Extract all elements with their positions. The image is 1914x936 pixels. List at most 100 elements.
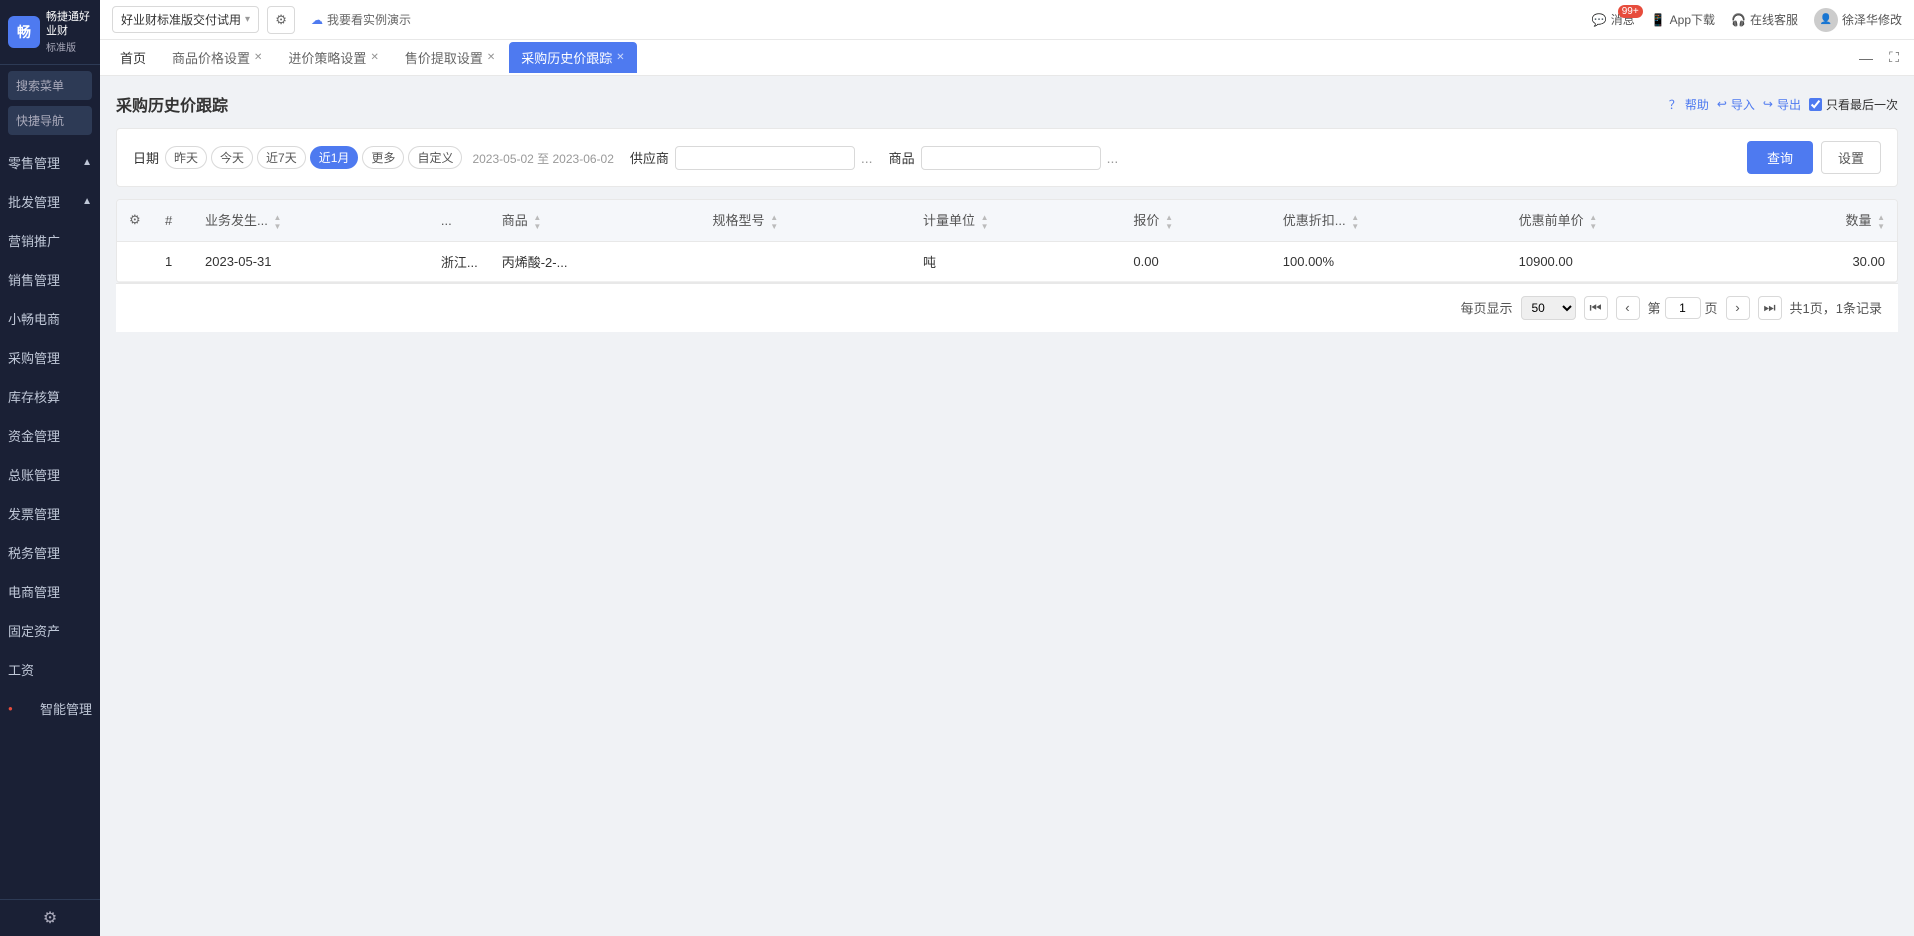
- sidebar-item-sales[interactable]: 销售管理: [0, 260, 100, 299]
- app-download-button[interactable]: 📱 App下载: [1651, 11, 1715, 28]
- first-page-button[interactable]: ⏮: [1584, 296, 1608, 320]
- th-gear[interactable]: ⚙: [117, 200, 153, 241]
- last1month-button[interactable]: 近1月: [310, 146, 359, 169]
- date-label: 日期: [133, 148, 159, 167]
- close-icon[interactable]: ✕: [370, 52, 378, 63]
- sidebar-item-salary[interactable]: 工资: [0, 650, 100, 689]
- sidebar: 畅 畅捷通好业财 标准版 搜索菜单 快捷导航 零售管理 ▲ 批发管理 ▲ 营销推…: [0, 0, 100, 936]
- sidebar-item-zero-retail[interactable]: 零售管理 ▲: [0, 143, 100, 182]
- page-number-input[interactable]: [1665, 297, 1701, 319]
- sidebar-item-tax[interactable]: 税务管理: [0, 533, 100, 572]
- next-page-button[interactable]: ›: [1726, 296, 1750, 320]
- sidebar-item-invoice[interactable]: 发票管理: [0, 494, 100, 533]
- data-table: ⚙ # 业务发生... ▲▼ ... 商品 ▲▼: [116, 199, 1898, 283]
- sidebar-item-fixed-assets[interactable]: 固定资产: [0, 611, 100, 650]
- settings-button[interactable]: ⚙: [267, 6, 295, 34]
- sort-icon: ▲▼: [1877, 213, 1885, 231]
- td-spec: [701, 241, 911, 281]
- sort-icon: ▲▼: [273, 213, 281, 231]
- sidebar-item-marketing[interactable]: 营销推广: [0, 221, 100, 260]
- message-icon: 💬: [1592, 13, 1607, 27]
- th-more[interactable]: ...: [429, 200, 490, 241]
- demo-button[interactable]: ☁ 我要看实例演示: [311, 11, 411, 28]
- product-label: 商品: [889, 148, 915, 167]
- tab-purchase-history[interactable]: 采购历史价跟踪 ✕: [509, 42, 636, 73]
- export-icon: ↪: [1763, 97, 1773, 111]
- td-num: 1: [153, 241, 193, 281]
- sidebar-item-ecommerce[interactable]: 电商管理: [0, 572, 100, 611]
- page-label: 第: [1648, 298, 1661, 317]
- chevron-down-icon: ▾: [245, 14, 250, 25]
- chevron-icon: ▲: [82, 196, 92, 207]
- sidebar-item-ecommerce-small[interactable]: 小畅电商: [0, 299, 100, 338]
- today-button[interactable]: 今天: [211, 146, 253, 169]
- import-button[interactable]: ↩ 导入: [1717, 96, 1755, 113]
- only-last-input[interactable]: [1809, 98, 1822, 111]
- th-unit-price[interactable]: 优惠前单价 ▲▼: [1507, 200, 1748, 241]
- results-table: ⚙ # 业务发生... ▲▼ ... 商品 ▲▼: [117, 200, 1897, 282]
- query-button[interactable]: 查询: [1747, 141, 1813, 174]
- filter-settings-button[interactable]: 设置: [1821, 141, 1881, 174]
- help-button[interactable]: ？ 帮助: [1669, 96, 1709, 113]
- date-filter: 日期 昨天 今天 近7天 近1月 更多 自定义 2023-05-02 至 202…: [133, 146, 614, 169]
- td-price: 0.00: [1121, 241, 1270, 281]
- last-page-button[interactable]: ⏭: [1758, 296, 1782, 320]
- th-unit[interactable]: 计量单位 ▲▼: [911, 200, 1121, 241]
- pagination-total: 共1页，1条记录: [1790, 298, 1882, 317]
- prev-page-button[interactable]: ‹: [1616, 296, 1640, 320]
- online-service-button[interactable]: 🎧 在线客服: [1731, 11, 1798, 28]
- sidebar-item-inventory[interactable]: 库存核算: [0, 377, 100, 416]
- more-button[interactable]: 更多: [362, 146, 404, 169]
- product-dots-button[interactable]: ...: [1107, 150, 1119, 166]
- sidebar-item-smart[interactable]: 智能管理: [0, 689, 100, 728]
- supplier-input[interactable]: [675, 146, 855, 170]
- table-row: 1 2023-05-31 浙江... 丙烯酸-2-... 吨 0.00 100.…: [117, 241, 1897, 281]
- close-icon[interactable]: ✕: [487, 52, 495, 63]
- page-actions: ？ 帮助 ↩ 导入 ↪ 导出 只看最后一次: [1669, 96, 1898, 113]
- sidebar-item-wholesale[interactable]: 批发管理 ▲: [0, 182, 100, 221]
- help-icon: ？: [1669, 96, 1681, 113]
- app-icon: 📱: [1651, 13, 1666, 27]
- td-date: 2023-05-31: [193, 241, 429, 281]
- minimize-button[interactable]: —: [1854, 46, 1878, 70]
- tab-purchase-strategy[interactable]: 进价策略设置 ✕: [276, 42, 390, 73]
- expand-button[interactable]: ⛶: [1882, 46, 1906, 70]
- th-price[interactable]: 报价 ▲▼: [1121, 200, 1270, 241]
- sidebar-item-general-ledger[interactable]: 总账管理: [0, 455, 100, 494]
- per-page-select[interactable]: 50 10 20 100: [1521, 296, 1576, 320]
- sort-icon: ▲▼: [1165, 213, 1173, 231]
- search-menu-button[interactable]: 搜索菜单: [8, 71, 92, 100]
- sidebar-item-finance[interactable]: 资金管理: [0, 416, 100, 455]
- td-product: 丙烯酸-2-...: [490, 241, 701, 281]
- td-quantity: 30.00: [1748, 241, 1897, 281]
- version-select[interactable]: 好业财标准版交付试用 ▾: [112, 6, 259, 33]
- sort-icon: ▲▼: [1589, 213, 1597, 231]
- headset-icon: 🎧: [1731, 13, 1746, 27]
- export-button[interactable]: ↪ 导出: [1763, 96, 1801, 113]
- td-unit-price: 10900.00: [1507, 241, 1748, 281]
- tab-price[interactable]: 商品价格设置 ✕: [160, 42, 274, 73]
- tab-home[interactable]: 首页: [108, 42, 158, 73]
- th-discount[interactable]: 优惠折扣... ▲▼: [1271, 200, 1507, 241]
- gear-icon: ⚙: [129, 212, 141, 227]
- version-label: 好业财标准版交付试用: [121, 11, 241, 28]
- custom-button[interactable]: 自定义: [408, 146, 462, 169]
- th-product[interactable]: 商品 ▲▼: [490, 200, 701, 241]
- tab-sale-price[interactable]: 售价提取设置 ✕: [393, 42, 507, 73]
- sidebar-item-purchase[interactable]: 采购管理: [0, 338, 100, 377]
- only-last-checkbox[interactable]: 只看最后一次: [1809, 96, 1898, 113]
- message-button[interactable]: 💬 消息 99+: [1592, 11, 1635, 28]
- settings-icon[interactable]: ⚙: [43, 908, 57, 928]
- product-input[interactable]: [921, 146, 1101, 170]
- close-icon[interactable]: ✕: [616, 52, 624, 63]
- th-spec[interactable]: 规格型号 ▲▼: [701, 200, 911, 241]
- th-quantity[interactable]: 数量 ▲▼: [1748, 200, 1897, 241]
- last7days-button[interactable]: 近7天: [257, 146, 306, 169]
- quick-nav-button[interactable]: 快捷导航: [8, 106, 92, 135]
- supplier-dots-button[interactable]: ...: [861, 150, 873, 166]
- close-icon[interactable]: ✕: [254, 52, 262, 63]
- user-menu[interactable]: 👤 徐泽华修改: [1814, 8, 1902, 32]
- page-title: 采购历史价跟踪: [116, 92, 228, 116]
- th-date[interactable]: 业务发生... ▲▼: [193, 200, 429, 241]
- yesterday-button[interactable]: 昨天: [165, 146, 207, 169]
